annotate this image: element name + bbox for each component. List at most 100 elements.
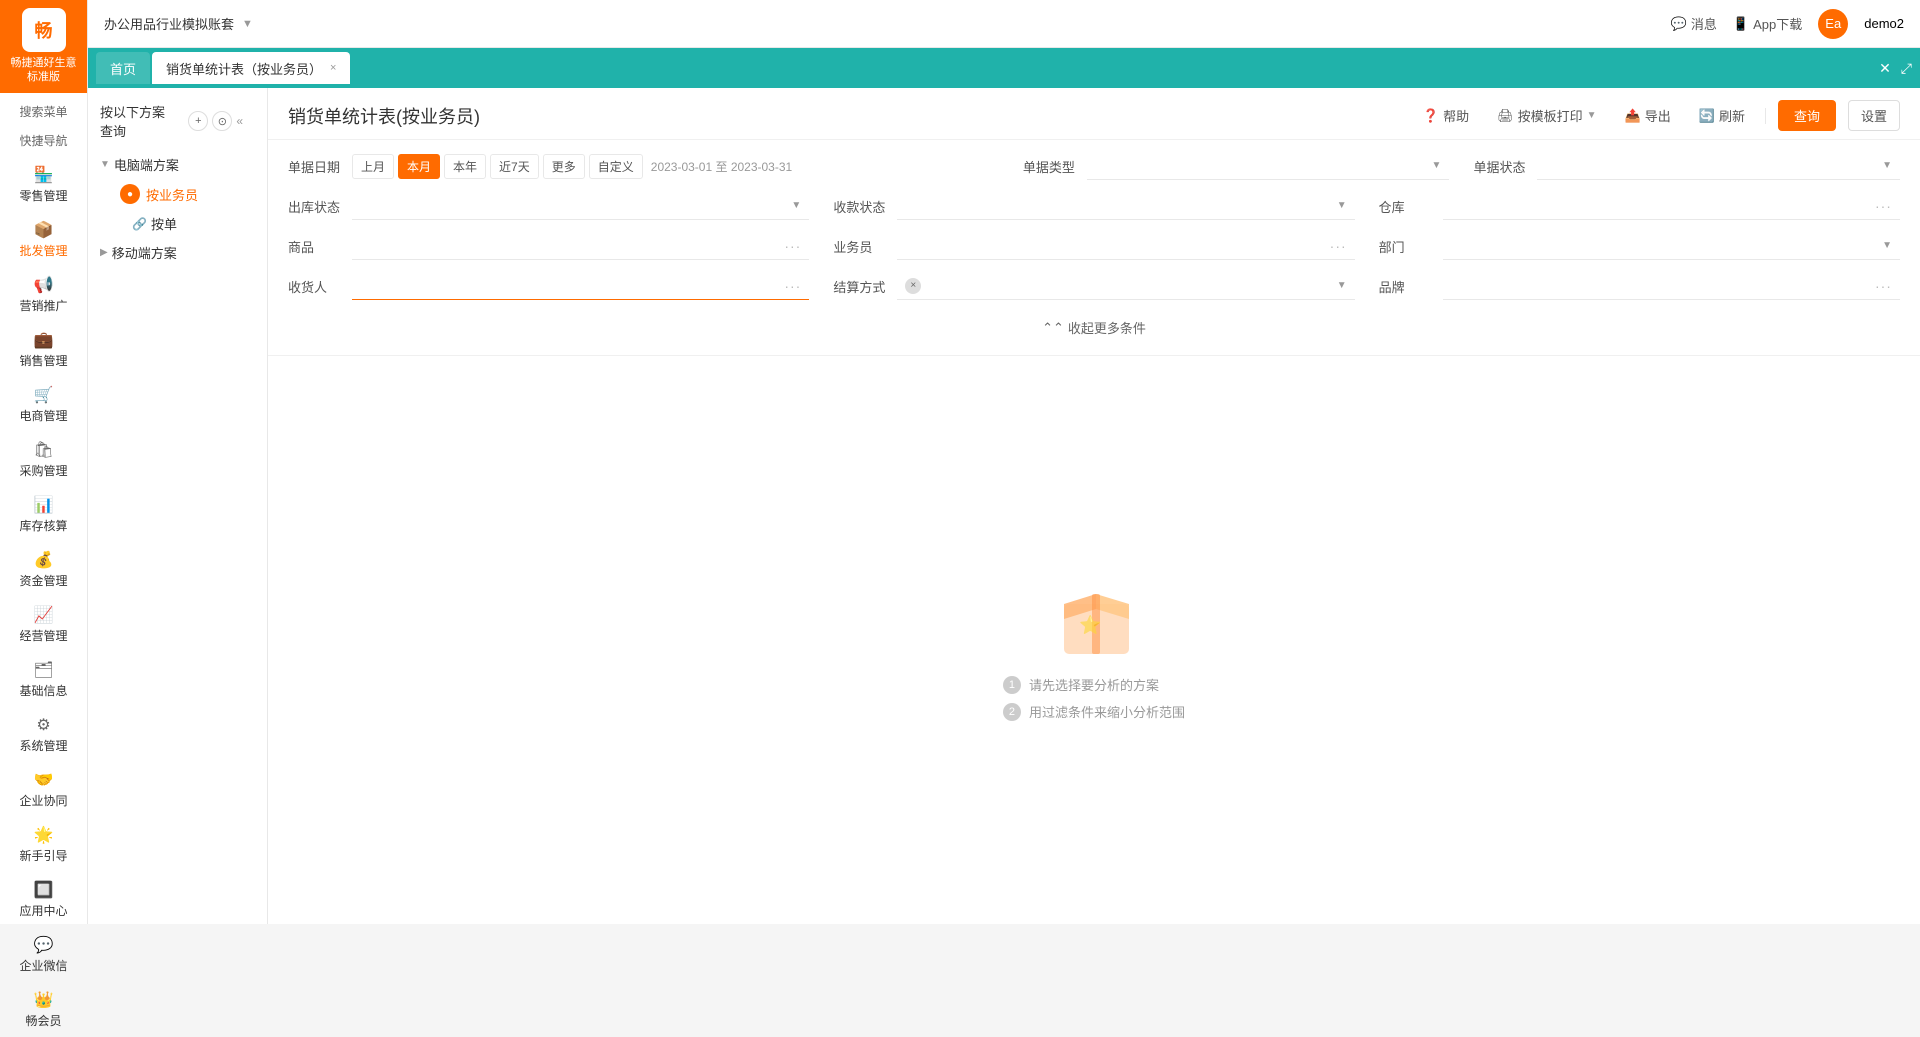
user-avatar[interactable]: Ea [1818, 9, 1848, 39]
department-control[interactable]: ▼ [1443, 232, 1900, 260]
export-btn[interactable]: 📤 导出 [1617, 102, 1679, 129]
warehouse-control[interactable]: ··· [1443, 192, 1900, 220]
filter-row-4: 收货人 ··· 结算方式 × ▼ 品牌 [288, 272, 1900, 300]
main-area: 办公用品行业模拟账套 ▼ 💬 消息 📱 App下载 Ea demo2 首页 销货… [88, 0, 1920, 924]
tab-maximize-btn[interactable]: ⤢ [1901, 60, 1912, 77]
empty-illustration: ⭐ [1044, 559, 1144, 659]
sidebar: 畅 畅捷通好生意 标准版 搜索菜单 快捷导航 🏪 零售管理 📦 批发管理 📢 营… [0, 0, 88, 924]
salesperson-control[interactable]: ··· [897, 232, 1354, 260]
empty-hint-2: 2 用过滤条件来缩小分析范围 [1003, 702, 1185, 721]
date-btn-custom[interactable]: 自定义 [589, 154, 643, 179]
sidebar-item-retail[interactable]: 🏪 零售管理 [0, 157, 87, 212]
tree-item-by-order[interactable]: 🔗 按单 [112, 209, 267, 238]
system-icon: ⚙ [36, 715, 50, 735]
sidebar-item-appstore[interactable]: 🔲 应用中心 [0, 872, 87, 927]
sidebar-search[interactable]: 搜索菜单 [0, 93, 87, 126]
topbar-company[interactable]: 办公用品行业模拟账套 ▼ [104, 14, 253, 33]
filter-doc-status: 单据状态 ▼ [1473, 152, 1900, 180]
purchase-icon: 🛍 [33, 440, 53, 460]
settlement-control[interactable]: × ▼ [897, 272, 1354, 300]
date-btn-last-month[interactable]: 上月 [352, 154, 394, 179]
brand-control[interactable]: ··· [1443, 272, 1900, 300]
salesperson-dots: ··· [1330, 238, 1347, 254]
brand-label: 品牌 [1379, 277, 1435, 296]
filter-area: 单据日期 上月 本月 本年 近7天 更多 自定义 2023-03-01 至 20… [268, 140, 1920, 356]
tree-desktop-arrow: ▼ [100, 159, 110, 170]
receiver-control[interactable]: ··· [352, 272, 809, 300]
goods-dots: ··· [784, 238, 801, 254]
help-btn[interactable]: ❓ 帮助 [1415, 102, 1477, 129]
date-btn-more[interactable]: 更多 [543, 154, 585, 179]
panel-collapse-btn[interactable]: « [236, 114, 243, 128]
sidebar-item-system[interactable]: ⚙ 系统管理 [0, 707, 87, 762]
user-name[interactable]: demo2 [1864, 16, 1904, 31]
panel-settings-btn[interactable]: ⊙ [212, 111, 232, 131]
filter-out-status: 出库状态 ▼ [288, 192, 809, 220]
settings-btn[interactable]: 设置 [1848, 100, 1900, 131]
doc-type-control[interactable]: ▼ [1087, 152, 1450, 180]
tab-home-label: 首页 [110, 59, 136, 78]
query-btn[interactable]: 查询 [1778, 100, 1836, 131]
sales-icon: 💼 [34, 330, 54, 350]
panel-add-btn[interactable]: + [188, 111, 208, 131]
tree-desktop-header[interactable]: ▼ 电脑端方案 [88, 150, 267, 179]
tab-close-all[interactable]: ✕ [1875, 56, 1895, 81]
sidebar-item-basic[interactable]: 🗂 基础信息 [0, 652, 87, 707]
receipt-status-control[interactable]: ▼ [897, 192, 1354, 220]
filter-row-3: 商品 ··· 业务员 ··· 部门 [288, 232, 1900, 260]
sidebar-item-enterprise[interactable]: 🤝 企业协同 [0, 762, 87, 817]
sidebar-item-operation[interactable]: 📈 经营管理 [0, 597, 87, 652]
topbar: 办公用品行业模拟账套 ▼ 💬 消息 📱 App下载 Ea demo2 [88, 0, 1920, 48]
receipt-status-label: 收款状态 [833, 197, 889, 216]
tab-home[interactable]: 首页 [96, 52, 150, 84]
sidebar-item-ecommerce[interactable]: 🛒 电商管理 [0, 377, 87, 432]
print-icon: 🖨 [1497, 108, 1514, 124]
salesperson-label: 业务员 [833, 237, 889, 256]
settlement-clear[interactable]: × [905, 278, 921, 294]
message-btn[interactable]: 💬 消息 [1671, 14, 1717, 33]
tree-item-salesperson[interactable]: ● 按业务员 [112, 179, 267, 209]
sidebar-quick-nav[interactable]: 快捷导航 [0, 126, 87, 153]
empty-hints: 1 请先选择要分析的方案 2 用过滤条件来缩小分析范围 [1003, 675, 1185, 721]
print-template-btn[interactable]: 🖨 按模板打印 ▼ [1489, 102, 1604, 129]
sidebar-item-purchase[interactable]: 🛍 采购管理 [0, 432, 87, 487]
collapse-btn[interactable]: ⌃⌃ 收起更多条件 [288, 312, 1900, 343]
tree-mobile-arrow: ▶ [100, 247, 108, 258]
sidebar-logo[interactable]: 畅 畅捷通好生意 标准版 [0, 0, 87, 93]
receipt-status-arrow: ▼ [1337, 200, 1347, 211]
operation-icon: 📈 [34, 605, 54, 625]
sidebar-item-wholesale[interactable]: 📦 批发管理 [0, 212, 87, 267]
date-btn-this-month[interactable]: 本月 [398, 154, 440, 179]
warehouse-label: 仓库 [1379, 197, 1435, 216]
tree-mobile-header[interactable]: ▶ 移动端方案 [88, 238, 267, 267]
date-filter: 上月 本月 本年 近7天 更多 自定义 2023-03-01 至 2023-03… [352, 154, 999, 179]
date-btn-this-year[interactable]: 本年 [444, 154, 486, 179]
sidebar-item-inventory[interactable]: 📊 库存核算 [0, 487, 87, 542]
sidebar-item-wechat[interactable]: 💬 企业微信 [0, 927, 87, 982]
export-icon: 📤 [1625, 108, 1641, 124]
panel-title: 按以下方案查询 [100, 102, 176, 140]
wechat-icon: 💬 [34, 935, 54, 955]
out-status-control[interactable]: ▼ [352, 192, 809, 220]
tab-sales-stats[interactable]: 销货单统计表（按业务员） × [152, 52, 350, 84]
tab-sales-stats-close[interactable]: × [330, 62, 336, 74]
refresh-btn[interactable]: 🔄 刷新 [1691, 102, 1753, 129]
doc-status-control[interactable]: ▼ [1537, 152, 1900, 180]
department-arrow: ▼ [1882, 240, 1892, 251]
app-download-btn[interactable]: 📱 App下载 [1733, 14, 1802, 33]
logo-icon: 畅 [22, 8, 66, 52]
goods-control[interactable]: ··· [352, 232, 809, 260]
sidebar-item-sales[interactable]: 💼 销售管理 [0, 322, 87, 377]
warehouse-dots: ··· [1875, 198, 1892, 214]
sidebar-item-vip[interactable]: 👑 畅会员 [0, 982, 87, 1037]
filter-settlement: 结算方式 × ▼ [833, 272, 1354, 300]
marketing-icon: 📢 [34, 275, 54, 295]
topbar-right: 💬 消息 📱 App下载 Ea demo2 [1671, 9, 1904, 39]
sidebar-item-finance[interactable]: 💰 资金管理 [0, 542, 87, 597]
sidebar-item-newbie[interactable]: 🌟 新手引导 [0, 817, 87, 872]
sidebar-item-marketing[interactable]: 📢 营销推广 [0, 267, 87, 322]
tree-desktop-group: ▼ 电脑端方案 ● 按业务员 🔗 按单 ▶ 移动端方案 [88, 146, 267, 271]
empty-hint-1: 1 请先选择要分析的方案 [1003, 675, 1185, 694]
date-btn-7days[interactable]: 近7天 [490, 154, 539, 179]
filter-warehouse: 仓库 ··· [1379, 192, 1900, 220]
